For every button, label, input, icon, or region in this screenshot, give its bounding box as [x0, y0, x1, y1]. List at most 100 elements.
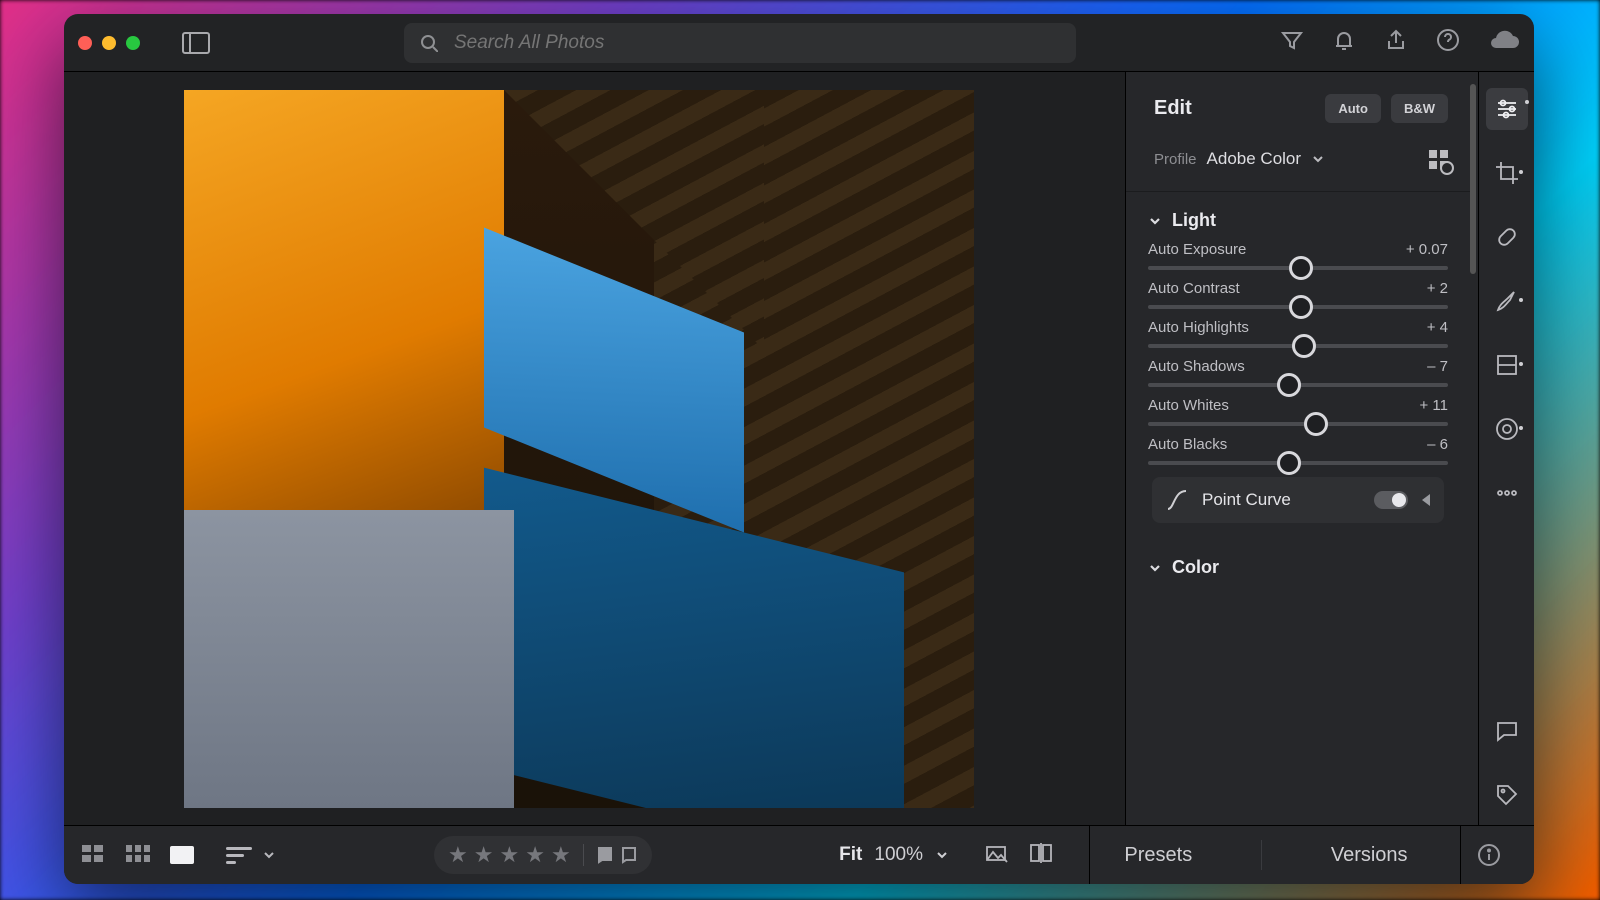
presets-tab[interactable]: Presets [1124, 844, 1192, 867]
chevron-down-icon [1311, 152, 1325, 166]
slider-value: – 7 [1427, 358, 1448, 375]
slider-label: Auto Shadows [1148, 358, 1245, 375]
tag-icon[interactable] [1492, 780, 1522, 810]
slider-label: Auto Contrast [1148, 280, 1240, 297]
slider-thumb[interactable] [1277, 373, 1301, 397]
bottom-bar: ★ ★ ★ ★ ★ Fit 100% Presets Versions [64, 825, 1534, 884]
window-controls [78, 36, 140, 50]
compare-icon[interactable] [1029, 842, 1053, 869]
profile-value: Adobe Color [1207, 149, 1302, 169]
bw-button[interactable]: B&W [1391, 94, 1448, 123]
titlebar-actions [1280, 28, 1520, 57]
slider-label: Auto Whites [1148, 397, 1229, 414]
bell-icon[interactable] [1332, 28, 1356, 57]
profile-row[interactable]: Profile Adobe Color [1126, 135, 1470, 192]
filter-icon[interactable] [1280, 28, 1304, 57]
zoom-fit-button[interactable]: Fit [839, 844, 862, 866]
radial-gradient-tool[interactable] [1492, 414, 1522, 444]
titlebar [64, 14, 1534, 72]
help-icon[interactable] [1436, 28, 1460, 57]
search-icon [420, 34, 438, 52]
sort-button[interactable] [226, 847, 276, 864]
auto-button[interactable]: Auto [1325, 94, 1381, 123]
share-icon[interactable] [1384, 28, 1408, 57]
collapse-arrow-icon[interactable] [1422, 494, 1430, 506]
close-button[interactable] [78, 36, 92, 50]
star-1[interactable]: ★ [448, 844, 468, 866]
brush-tool[interactable] [1492, 286, 1522, 316]
flag-reject[interactable] [620, 846, 638, 864]
star-5[interactable]: ★ [551, 844, 571, 866]
star-2[interactable]: ★ [474, 844, 494, 866]
slider-thumb[interactable] [1289, 256, 1313, 280]
slider-track[interactable] [1148, 305, 1448, 309]
minimize-button[interactable] [102, 36, 116, 50]
edit-sliders-tool[interactable] [1486, 88, 1528, 130]
point-curve-row[interactable]: Point Curve [1152, 477, 1444, 523]
edited-photo [184, 90, 974, 808]
scrollbar-track[interactable] [1470, 84, 1476, 808]
profile-label: Profile [1154, 151, 1197, 168]
slider-value: – 6 [1427, 436, 1448, 453]
slider-track[interactable] [1148, 344, 1448, 348]
section-light-title: Light [1172, 210, 1216, 231]
slider-track[interactable] [1148, 266, 1448, 270]
chevron-down-icon [1148, 214, 1162, 228]
slider-track[interactable] [1148, 461, 1448, 465]
view-single[interactable] [170, 846, 194, 864]
slider-thumb[interactable] [1289, 295, 1313, 319]
search-input[interactable] [452, 31, 1060, 55]
edit-panel: Edit Auto B&W Profile Adobe Color Light [1125, 72, 1478, 826]
slider-thumb[interactable] [1277, 451, 1301, 475]
zoom-controls: Fit 100% [839, 844, 949, 866]
slider-highlights: Auto Highlights+ 4 [1148, 319, 1448, 348]
cloud-sync-icon[interactable] [1488, 28, 1520, 57]
slider-label: Auto Blacks [1148, 436, 1227, 453]
image-canvas[interactable] [64, 72, 1125, 826]
section-color: Color [1126, 531, 1470, 596]
chevron-down-icon [935, 848, 949, 862]
slider-blacks: Auto Blacks – 6 [1148, 436, 1448, 465]
chevron-down-icon [1148, 561, 1162, 575]
slider-track[interactable] [1148, 383, 1448, 387]
slider-shadows: Auto Shadows – 7 [1148, 358, 1448, 387]
more-tools-icon[interactable] [1492, 478, 1522, 508]
sort-icon [226, 847, 252, 864]
point-curve-toggle[interactable] [1374, 491, 1408, 509]
info-button[interactable] [1460, 826, 1516, 884]
original-toggle-icon[interactable] [985, 842, 1009, 869]
view-grid-small[interactable] [82, 845, 108, 865]
slider-label: Auto Highlights [1148, 319, 1249, 336]
crop-tool[interactable] [1492, 158, 1522, 188]
section-color-header[interactable]: Color [1148, 557, 1448, 578]
star-4[interactable]: ★ [525, 844, 545, 866]
tool-rail [1478, 72, 1534, 826]
star-3[interactable]: ★ [499, 844, 519, 866]
comments-icon[interactable] [1492, 716, 1522, 746]
flag-pick[interactable] [596, 846, 614, 864]
section-light-header[interactable]: Light [1148, 210, 1448, 231]
point-curve-label: Point Curve [1202, 490, 1360, 510]
panel-title: Edit [1154, 97, 1315, 120]
sidebar-toggle-icon[interactable] [182, 32, 210, 54]
chevron-down-icon [262, 848, 276, 862]
linear-gradient-tool[interactable] [1492, 350, 1522, 380]
zoom-percent[interactable]: 100% [874, 844, 923, 866]
rating-bar: ★ ★ ★ ★ ★ [434, 836, 652, 874]
slider-value: + 2 [1427, 280, 1448, 297]
divider [1261, 840, 1262, 870]
slider-contrast: Auto Contrast + 2 [1148, 280, 1448, 309]
slider-thumb[interactable] [1304, 412, 1328, 436]
panel-bottom-tabs: Presets Versions [1089, 826, 1442, 884]
healing-tool[interactable] [1492, 222, 1522, 252]
versions-tab[interactable]: Versions [1331, 844, 1408, 867]
slider-track[interactable] [1148, 422, 1448, 426]
view-grid-medium[interactable] [126, 845, 152, 865]
search-bar[interactable] [404, 23, 1076, 63]
app-window: Edit Auto B&W Profile Adobe Color Light [64, 14, 1534, 884]
section-light: Light Auto Exposure+ 0.07 Auto Contrast+… [1126, 192, 1470, 531]
profile-browser-icon[interactable] [1429, 150, 1448, 169]
slider-thumb[interactable] [1292, 334, 1316, 358]
maximize-button[interactable] [126, 36, 140, 50]
scrollbar-thumb[interactable] [1470, 84, 1476, 274]
